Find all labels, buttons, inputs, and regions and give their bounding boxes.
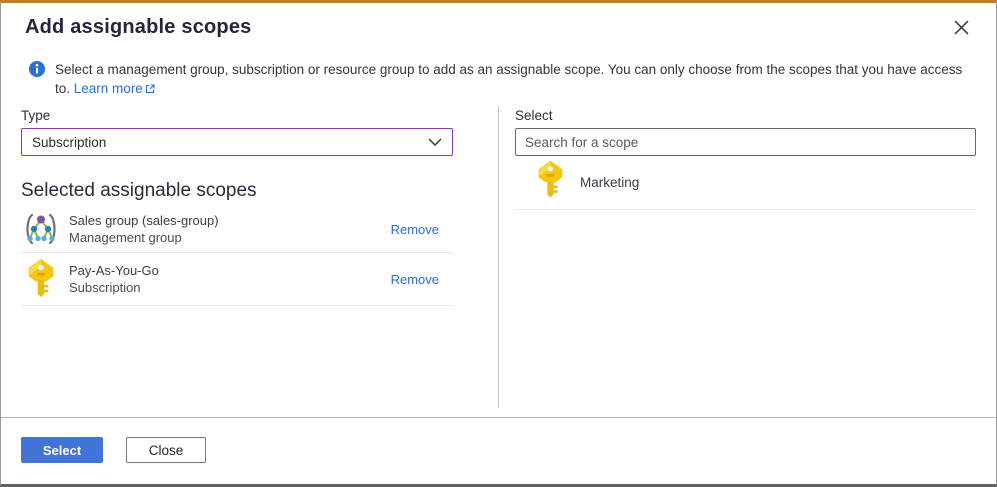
scope-picker-panel: Select Marketing xyxy=(498,106,996,408)
table-row: Pay-As-You-Go Subscription Remove xyxy=(21,253,453,306)
scope-name: Pay-As-You-Go xyxy=(69,262,159,279)
select-label: Select xyxy=(515,108,976,123)
close-icon xyxy=(954,20,969,35)
type-dropdown-value: Subscription xyxy=(32,135,106,150)
learn-more-link[interactable]: Learn more xyxy=(74,81,155,96)
management-group-icon xyxy=(23,213,59,245)
page-title: Add assignable scopes xyxy=(25,16,252,38)
list-item[interactable]: Marketing xyxy=(515,156,976,210)
info-icon xyxy=(29,61,45,77)
key-icon xyxy=(537,161,564,204)
chevron-down-icon xyxy=(428,138,442,146)
info-text: Select a management group, subscription … xyxy=(55,60,976,98)
select-button[interactable]: Select xyxy=(21,437,103,463)
selected-scopes-heading: Selected assignable scopes xyxy=(21,180,453,202)
search-input[interactable] xyxy=(515,128,976,156)
remove-link[interactable]: Remove xyxy=(391,272,439,287)
info-banner: Select a management group, subscription … xyxy=(29,60,976,98)
close-button-footer[interactable]: Close xyxy=(126,437,206,463)
dialog-header: Add assignable scopes xyxy=(1,3,996,39)
close-button[interactable] xyxy=(952,20,970,38)
dialog-body: Type Subscription Selected assignable sc… xyxy=(1,106,996,408)
external-link-icon xyxy=(145,84,155,94)
result-name: Marketing xyxy=(580,175,639,190)
type-label: Type xyxy=(21,108,453,123)
key-icon xyxy=(23,259,59,299)
table-row: Sales group (sales-group) Management gro… xyxy=(21,206,453,253)
selected-scopes-panel: Type Subscription Selected assignable sc… xyxy=(1,106,498,408)
type-dropdown[interactable]: Subscription xyxy=(21,128,453,156)
scope-name: Sales group (sales-group) xyxy=(69,212,219,229)
dialog-footer: Select Close xyxy=(1,417,996,484)
add-assignable-scopes-dialog: Add assignable scopes Select a managemen… xyxy=(0,0,997,487)
scope-type: Management group xyxy=(69,229,219,246)
remove-link[interactable]: Remove xyxy=(391,222,439,237)
scope-type: Subscription xyxy=(69,279,159,296)
